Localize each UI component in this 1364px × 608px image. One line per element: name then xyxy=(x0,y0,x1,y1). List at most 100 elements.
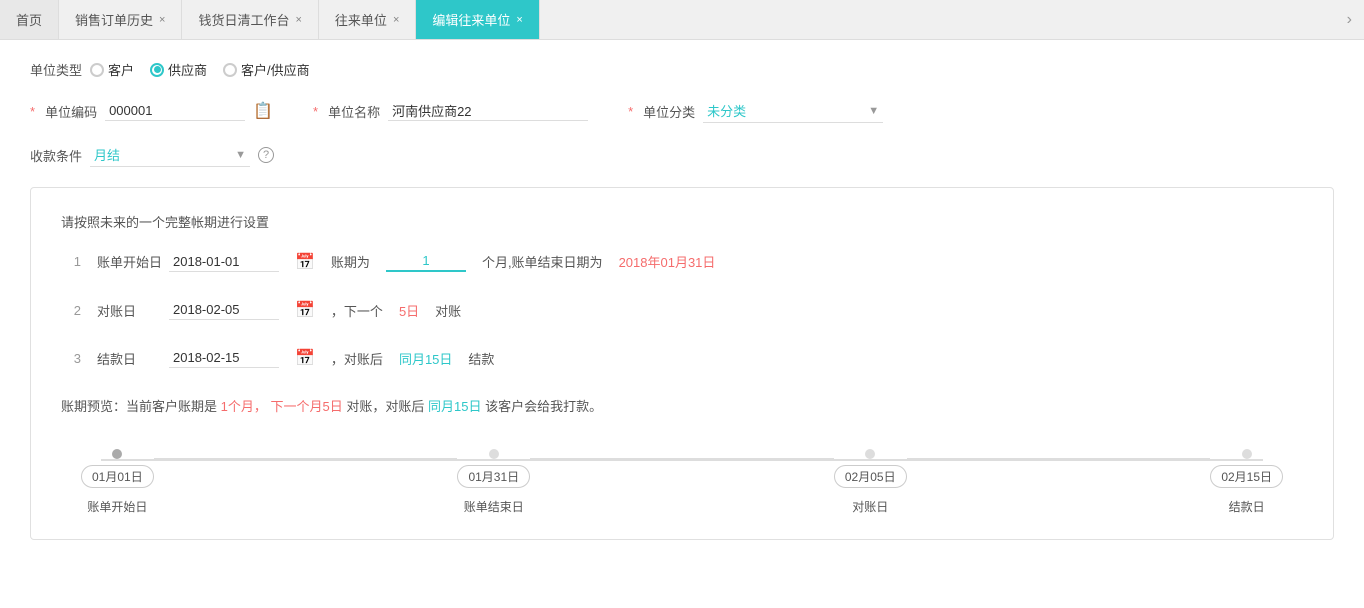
tab-cash-work[interactable]: 钱货日清工作台 × xyxy=(182,0,318,39)
timeline-label-3: 结款日 xyxy=(1229,498,1265,515)
tab-sales-history-close[interactable]: × xyxy=(159,14,165,26)
radio-both-circle xyxy=(223,63,237,77)
payment-terms-row: 收款条件 月结 ▼ ? xyxy=(30,143,1334,167)
timeline-item-2: 02月05日 对账日 xyxy=(834,449,907,515)
radio-both[interactable]: 客户/供应商 xyxy=(223,60,310,79)
unit-code-input[interactable] xyxy=(105,101,245,121)
timeline-connector-1 xyxy=(154,458,458,460)
row3-label: 结款日 xyxy=(97,349,153,368)
timeline-badge-1: 01月31日 xyxy=(457,465,530,488)
payment-terms-field: 收款条件 月结 ▼ ? xyxy=(30,143,274,167)
timeline-dot-1 xyxy=(489,449,499,459)
unit-name-field: * 单位名称 xyxy=(313,101,588,121)
preview-mid: 对账，对账后 xyxy=(346,399,424,414)
preview-months: 1个月， xyxy=(221,399,267,414)
tab-edit-partner-close[interactable]: × xyxy=(516,14,522,26)
timeline-badge-2: 02月05日 xyxy=(834,465,907,488)
row3-num: 3 xyxy=(61,351,81,366)
tab-partner[interactable]: 往来单位 × xyxy=(319,0,416,39)
preview-text: 账期预览：当前客户账期是 1个月， 下一个月5日 对账，对账后 同月15日 该客… xyxy=(61,396,1303,415)
radio-customer-circle xyxy=(90,63,104,77)
payment-terms-help-icon[interactable]: ? xyxy=(258,147,274,163)
timeline-item-1: 01月31日 账单结束日 xyxy=(457,449,530,515)
row1-period-unit: 个月,账单结束日期为 xyxy=(482,252,603,271)
timeline-label-0: 账单开始日 xyxy=(87,498,147,515)
row1-calendar-icon[interactable]: 📅 xyxy=(295,252,315,272)
radio-supplier-label: 供应商 xyxy=(168,60,207,79)
unit-code-field: * 单位编码 📋 xyxy=(30,101,273,121)
row1-end-date: 2018年01月31日 xyxy=(619,252,716,271)
tab-partner-close[interactable]: × xyxy=(393,14,399,26)
unit-code-icon[interactable]: 📋 xyxy=(253,101,273,121)
tab-cash-work-label: 钱货日清工作台 xyxy=(198,10,289,29)
row2-label: 对账日 xyxy=(97,301,153,320)
timeline-dot-0 xyxy=(112,449,122,459)
tab-partner-label: 往来单位 xyxy=(335,10,387,29)
tab-cash-work-close[interactable]: × xyxy=(295,14,301,26)
row-payment-date: 3 结款日 📅 ，对账后 同月15日 结款 xyxy=(61,348,1303,368)
timeline-dot-2 xyxy=(865,449,875,459)
timeline-item-0: 01月01日 账单开始日 xyxy=(81,449,154,515)
unit-category-star: * xyxy=(628,104,633,119)
row2-calendar-icon[interactable]: 📅 xyxy=(295,300,315,320)
tab-more-button[interactable]: › xyxy=(1335,0,1364,39)
timeline: 01月01日 账单开始日 01月31日 账单结束日 02月05日 对账日 xyxy=(61,439,1303,515)
row3-highlight: 同月15日 xyxy=(399,349,452,368)
radio-both-label: 客户/供应商 xyxy=(241,60,310,79)
payment-terms-label: 收款条件 xyxy=(30,146,82,165)
unit-code-label: 单位编码 xyxy=(45,102,97,121)
unit-name-star: * xyxy=(313,104,318,119)
timeline-label-1: 账单结束日 xyxy=(464,498,524,515)
tab-edit-partner[interactable]: 编辑往来单位 × xyxy=(416,0,539,39)
row1-period-input[interactable] xyxy=(386,251,466,272)
unit-info-row: * 单位编码 📋 * 单位名称 * 单位分类 未分类 ▼ xyxy=(30,99,1334,123)
radio-customer[interactable]: 客户 xyxy=(90,60,134,79)
radio-customer-label: 客户 xyxy=(108,60,134,79)
row2-highlight: 5日 xyxy=(399,301,419,320)
tab-bar: 首页 销售订单历史 × 钱货日清工作台 × 往来单位 × 编辑往来单位 × › xyxy=(0,0,1364,40)
unit-category-arrow-icon: ▼ xyxy=(868,105,879,117)
timeline-label-2: 对账日 xyxy=(852,498,888,515)
preview-label: 账期预览：当前客户账期是 xyxy=(61,399,217,414)
unit-category-label: 单位分类 xyxy=(643,102,695,121)
payment-terms-arrow-icon: ▼ xyxy=(235,149,246,161)
timeline-items: 01月01日 账单开始日 01月31日 账单结束日 02月05日 对账日 xyxy=(81,449,1283,515)
tab-home[interactable]: 首页 xyxy=(0,0,59,39)
timeline-connector-3 xyxy=(907,458,1211,460)
payment-terms-value: 月结 xyxy=(94,145,227,164)
unit-type-field: 单位类型 客户 供应商 客户/供应商 xyxy=(30,60,310,79)
timeline-badge-3: 02月15日 xyxy=(1210,465,1283,488)
row2-suffix-post: 对账 xyxy=(435,301,461,320)
preview-next: 下一个月5日 xyxy=(271,399,343,414)
payment-terms-dropdown[interactable]: 月结 ▼ xyxy=(90,143,250,167)
unit-name-label: 单位名称 xyxy=(328,102,380,121)
tab-sales-history[interactable]: 销售订单历史 × xyxy=(59,0,182,39)
row1-period-label: 账期为 xyxy=(331,252,370,271)
unit-name-input[interactable] xyxy=(388,101,588,121)
tab-edit-partner-label: 编辑往来单位 xyxy=(432,10,510,29)
unit-type-label: 单位类型 xyxy=(30,60,82,79)
timeline-connector-2 xyxy=(530,458,834,460)
row-reconcile-date: 2 对账日 📅 ，下一个 5日 对账 xyxy=(61,300,1303,320)
unit-type-row: 单位类型 客户 供应商 客户/供应商 xyxy=(30,60,1334,79)
preview-date: 同月15日 xyxy=(428,399,481,414)
radio-supplier[interactable]: 供应商 xyxy=(150,60,207,79)
main-content: 单位类型 客户 供应商 客户/供应商 * 单位编码 xyxy=(0,40,1364,608)
row3-suffix-post: 结款 xyxy=(468,349,494,368)
row3-date-input[interactable] xyxy=(169,348,279,368)
row3-calendar-icon[interactable]: 📅 xyxy=(295,348,315,368)
preview-end: 该客户会给我打款。 xyxy=(485,399,602,414)
row1-date-input[interactable] xyxy=(169,252,279,272)
row3-suffix-pre: ，对账后 xyxy=(331,349,383,368)
timeline-item-3: 02月15日 结款日 xyxy=(1210,449,1283,515)
row1-label: 账单开始日 xyxy=(97,252,153,271)
unit-category-value: 未分类 xyxy=(707,101,860,120)
radio-supplier-circle xyxy=(150,63,164,77)
unit-category-dropdown[interactable]: 未分类 ▼ xyxy=(703,99,883,123)
timeline-dot-3 xyxy=(1242,449,1252,459)
timeline-badge-0: 01月01日 xyxy=(81,465,154,488)
unit-type-radio-group: 客户 供应商 客户/供应商 xyxy=(90,60,310,79)
row1-num: 1 xyxy=(61,254,81,269)
tab-home-label: 首页 xyxy=(16,10,42,29)
row2-date-input[interactable] xyxy=(169,300,279,320)
